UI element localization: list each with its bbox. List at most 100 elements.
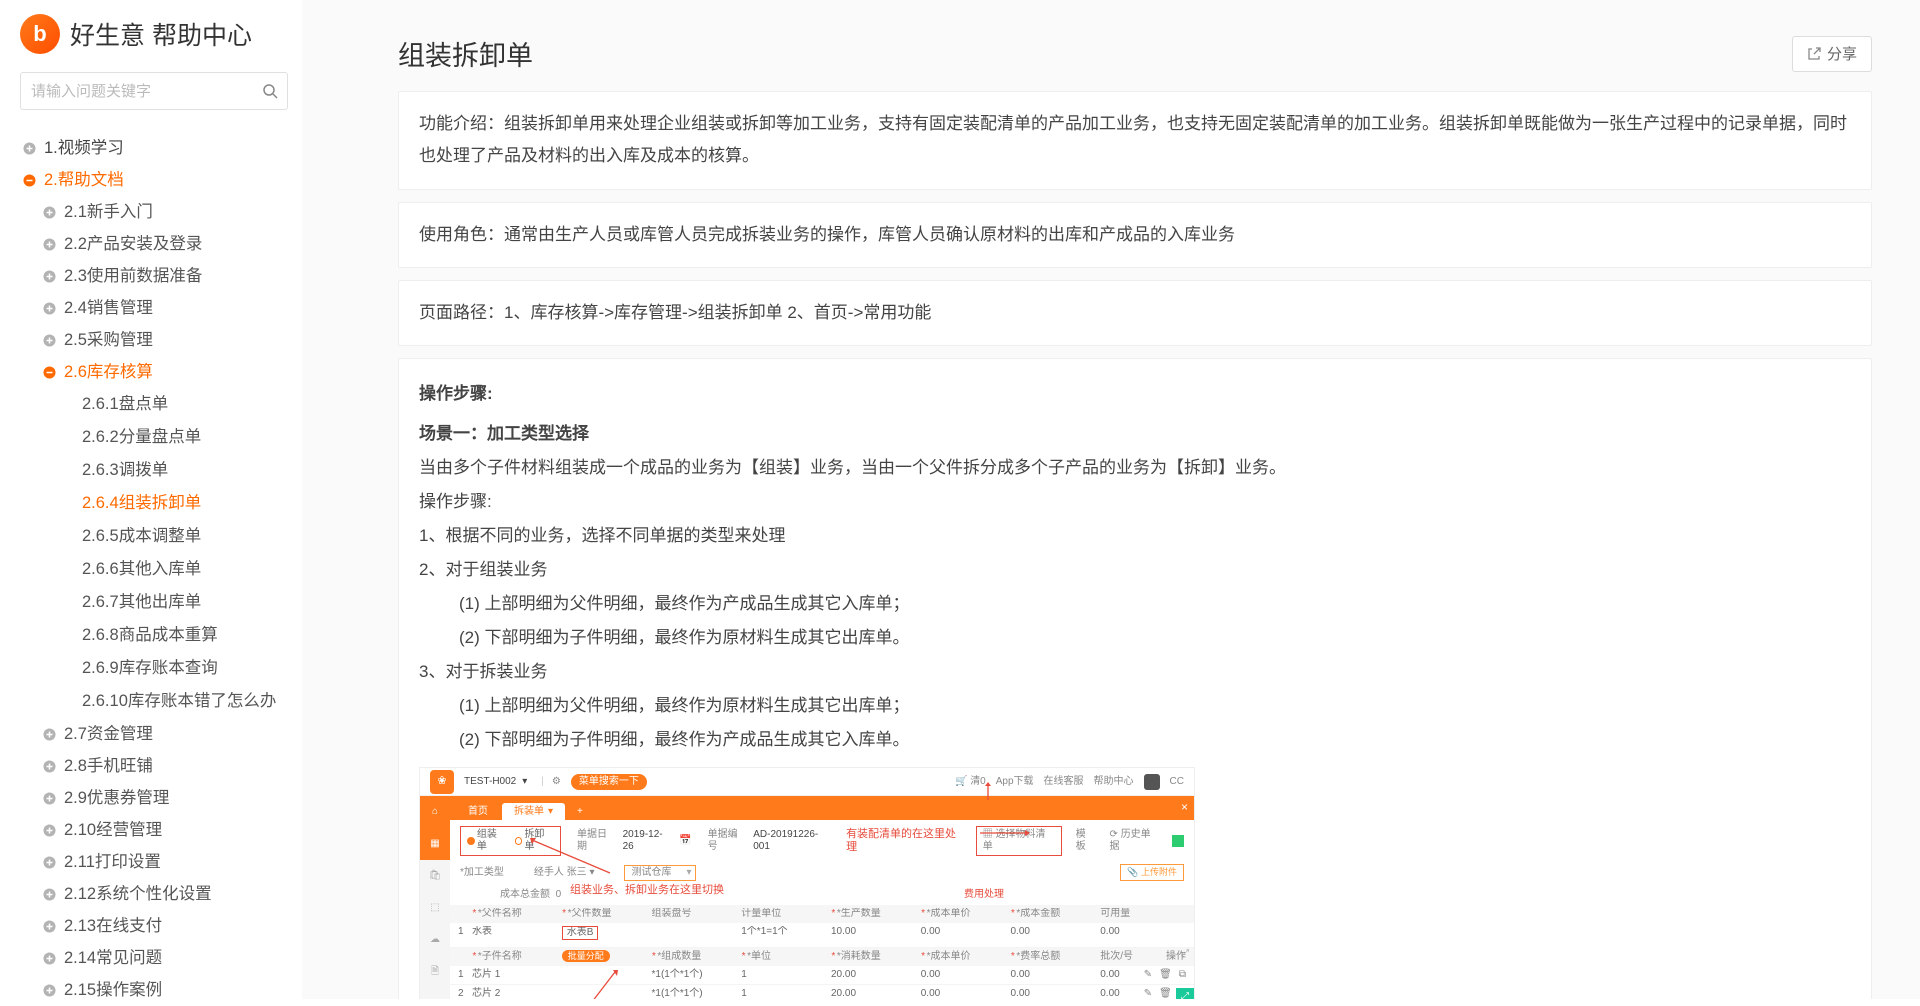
mock-child-header: **子件名称 批量分配 **组成数量 **单位 **消耗数量 **成本单价 **… xyxy=(450,948,1194,966)
nav-2-2[interactable]: 2.2产品安装及登录 xyxy=(20,228,302,260)
site-title: 好生意 帮助中心 xyxy=(70,16,252,52)
scene-1-title: 场景一：加工类型选择 xyxy=(419,417,1851,451)
plus-icon xyxy=(20,139,38,157)
doc-icon: 🗎 xyxy=(420,956,450,988)
mock-upload-btn: 📎 上传附件 xyxy=(1120,864,1184,881)
minus-icon xyxy=(40,363,58,381)
mock-topbar: ❀ TEST-H002 ▾ | ⚙ 菜单搜索一下 🛒 清0 App下载 在线客服… xyxy=(420,768,1194,796)
step-3a: (1) 上部明细为父件明细，最终作为原材料生成其它出库单； xyxy=(419,689,1851,723)
plus-icon xyxy=(40,885,58,903)
mock-child-row: 1芯片 1*1(1个*1个)120.000.000.000.00✎🗑⧉ xyxy=(450,966,1194,985)
nav-2-6-3[interactable]: 2.6.3调拨单 xyxy=(20,454,302,487)
search-icon xyxy=(262,83,278,99)
share-icon xyxy=(1807,47,1821,61)
step-1: 1、根据不同的业务，选择不同单据的类型来处理 xyxy=(419,519,1851,553)
nav-2-6-2[interactable]: 2.6.2分量盘点单 xyxy=(20,421,302,454)
box-icon: ⬚ xyxy=(420,892,450,924)
home-icon: ⌂ xyxy=(420,796,450,828)
sub-steps-title: 操作步骤: xyxy=(419,485,1851,519)
nav-2-6-10[interactable]: 2.6.10库存账本错了怎么办 xyxy=(20,685,302,718)
nav-2-6-8[interactable]: 2.6.8商品成本重算 xyxy=(20,619,302,652)
mock-logo-icon: ❀ xyxy=(430,770,454,794)
nav-2-6-9[interactable]: 2.6.9库存账本查询 xyxy=(20,652,302,685)
nav-2-8[interactable]: 2.8手机旺铺 xyxy=(20,750,302,782)
nav-video[interactable]: 1.视频学习 xyxy=(20,132,302,164)
main-content: 组装拆卸单 分享 功能介绍：组装拆卸单用来处理企业组装或拆卸等加工业务，支持有固… xyxy=(302,0,1920,999)
search-wrap xyxy=(20,72,288,110)
gear-icon: ⚙ xyxy=(552,776,561,788)
step-3b: (2) 下部明细为子件明细，最终作为产成品生成其它入库单。 xyxy=(419,723,1851,757)
cart-icon: 🛍 xyxy=(420,860,450,892)
annotation-switch: 组装业务、拆卸业务在这里切换 xyxy=(570,884,724,897)
mock-cart-icon: 🛒 清0 xyxy=(955,776,986,788)
plus-icon xyxy=(40,331,58,349)
step-2b: (2) 下部明细为子件明细，最终作为原材料生成其它出库单。 xyxy=(419,621,1851,655)
sidebar: b 好生意 帮助中心 1.视频学习 2.帮助文档 2.1新手入门 2.2产品安装… xyxy=(0,0,302,999)
step-2: 2、对于组装业务 xyxy=(419,553,1851,587)
plus-icon xyxy=(40,725,58,743)
steps-title: 操作步骤: xyxy=(419,377,1851,411)
plus-icon xyxy=(40,789,58,807)
nav-2-4[interactable]: 2.4销售管理 xyxy=(20,292,302,324)
nav-2-6[interactable]: 2.6库存核算 2.6.1盘点单 2.6.2分量盘点单 2.6.3调拨单 2.6… xyxy=(20,356,302,718)
nav-tree: 1.视频学习 2.帮助文档 2.1新手入门 2.2产品安装及登录 2.3使用前数… xyxy=(20,132,302,1006)
share-button[interactable]: 分享 xyxy=(1792,36,1872,72)
nav-docs[interactable]: 2.帮助文档 2.1新手入门 2.2产品安装及登录 2.3使用前数据准备 2.4… xyxy=(20,164,302,1006)
mock-sidebar: ⌂ ▦ 🛍 ⬚ ☁ 🗎 ⋯ xyxy=(420,796,450,999)
site-logo: b 好生意 帮助中心 xyxy=(20,14,302,54)
mock-parent-row: 1 水表 水表B 1个*1=1个 10.00 0.00 0.00 0.00 xyxy=(450,923,1194,948)
mock-child-rows: 1芯片 1*1(1个*1个)120.000.000.000.00✎🗑⧉2芯片 2… xyxy=(450,966,1194,999)
embedded-screenshot: ❀ TEST-H002 ▾ | ⚙ 菜单搜索一下 🛒 清0 App下载 在线客服… xyxy=(419,767,1195,999)
scene-1-desc: 当由多个子件材料组装成一个成品的业务为【组装】业务，当由一个父件拆分成多个子产品… xyxy=(419,451,1851,485)
panel-role: 使用角色：通常由生产人员或库管人员完成拆装业务的操作，库管人员确认原材料的出库和… xyxy=(398,202,1872,268)
plus-icon xyxy=(40,757,58,775)
nav-2-6-5[interactable]: 2.6.5成本调整单 xyxy=(20,520,302,553)
nav-2-15[interactable]: 2.15操作案例 xyxy=(20,974,302,1006)
step-2a: (1) 上部明细为父件明细，最终作为产成品生成其它入库单； xyxy=(419,587,1851,621)
mock-tabs: 首页 拆装单▾ + × xyxy=(450,796,1194,820)
nav-2-6-7[interactable]: 2.6.7其他出库单 xyxy=(20,586,302,619)
annotation-fee: 费用处理 xyxy=(964,889,1004,901)
mock-green-btn xyxy=(1172,835,1184,847)
plus-icon xyxy=(40,853,58,871)
more-icon: ⋯ xyxy=(420,988,450,999)
plus-icon xyxy=(40,267,58,285)
plus-icon xyxy=(40,949,58,967)
grid-icon: ▦ xyxy=(420,828,450,860)
nav-2-1[interactable]: 2.1新手入门 xyxy=(20,196,302,228)
search-input[interactable] xyxy=(20,72,288,110)
expand-icon: ⤢ xyxy=(1176,988,1194,999)
avatar-icon xyxy=(1144,774,1160,790)
nav-2-3[interactable]: 2.3使用前数据准备 xyxy=(20,260,302,292)
nav-2-12[interactable]: 2.12系统个性化设置 xyxy=(20,878,302,910)
mock-search-pill: 菜单搜索一下 xyxy=(571,774,647,790)
nav-2-13[interactable]: 2.13在线支付 xyxy=(20,910,302,942)
plus-icon xyxy=(40,235,58,253)
nav-2-6-6[interactable]: 2.6.6其他入库单 xyxy=(20,553,302,586)
nav-2-11[interactable]: 2.11打印设置 xyxy=(20,846,302,878)
plus-icon xyxy=(40,299,58,317)
page-title: 组装拆卸单 xyxy=(398,34,533,73)
logo-icon: b xyxy=(20,14,60,54)
content-panel: 操作步骤: 场景一：加工类型选择 当由多个子件材料组装成一个成品的业务为【组装】… xyxy=(398,358,1872,999)
plus-icon xyxy=(40,917,58,935)
nav-2-9[interactable]: 2.9优惠券管理 xyxy=(20,782,302,814)
mock-type-radio: 组装单 拆卸单 xyxy=(460,826,561,856)
nav-2-5[interactable]: 2.5采购管理 xyxy=(20,324,302,356)
annotation-bom: 有装配清单的在这里处理 xyxy=(846,828,966,854)
mock-warehouse-select: 测试仓库 xyxy=(624,865,696,881)
plus-icon xyxy=(40,203,58,221)
nav-2-14[interactable]: 2.14常见问题 xyxy=(20,942,302,974)
close-icon: × xyxy=(1181,800,1188,814)
plus-icon xyxy=(40,981,58,999)
plus-icon xyxy=(40,821,58,839)
mock-parent-header: **父件名称 **父件数量 组装盘号 计量单位 **生产数量 **成本单价 **… xyxy=(450,905,1194,923)
nav-2-10[interactable]: 2.10经营管理 xyxy=(20,814,302,846)
panel-intro: 功能介绍：组装拆卸单用来处理企业组装或拆卸等加工业务，支持有固定装配清单的产品加… xyxy=(398,91,1872,190)
nav-2-7[interactable]: 2.7资金管理 xyxy=(20,718,302,750)
step-3: 3、对于拆装业务 xyxy=(419,655,1851,689)
mock-child-row: 2芯片 2*1(1个*1个)120.000.000.000.00✎🗑⧉ xyxy=(450,985,1194,999)
nav-2-6-1[interactable]: 2.6.1盘点单 xyxy=(20,388,302,421)
nav-2-6-4[interactable]: 2.6.4组装拆卸单 xyxy=(20,487,302,520)
minus-icon xyxy=(20,171,38,189)
